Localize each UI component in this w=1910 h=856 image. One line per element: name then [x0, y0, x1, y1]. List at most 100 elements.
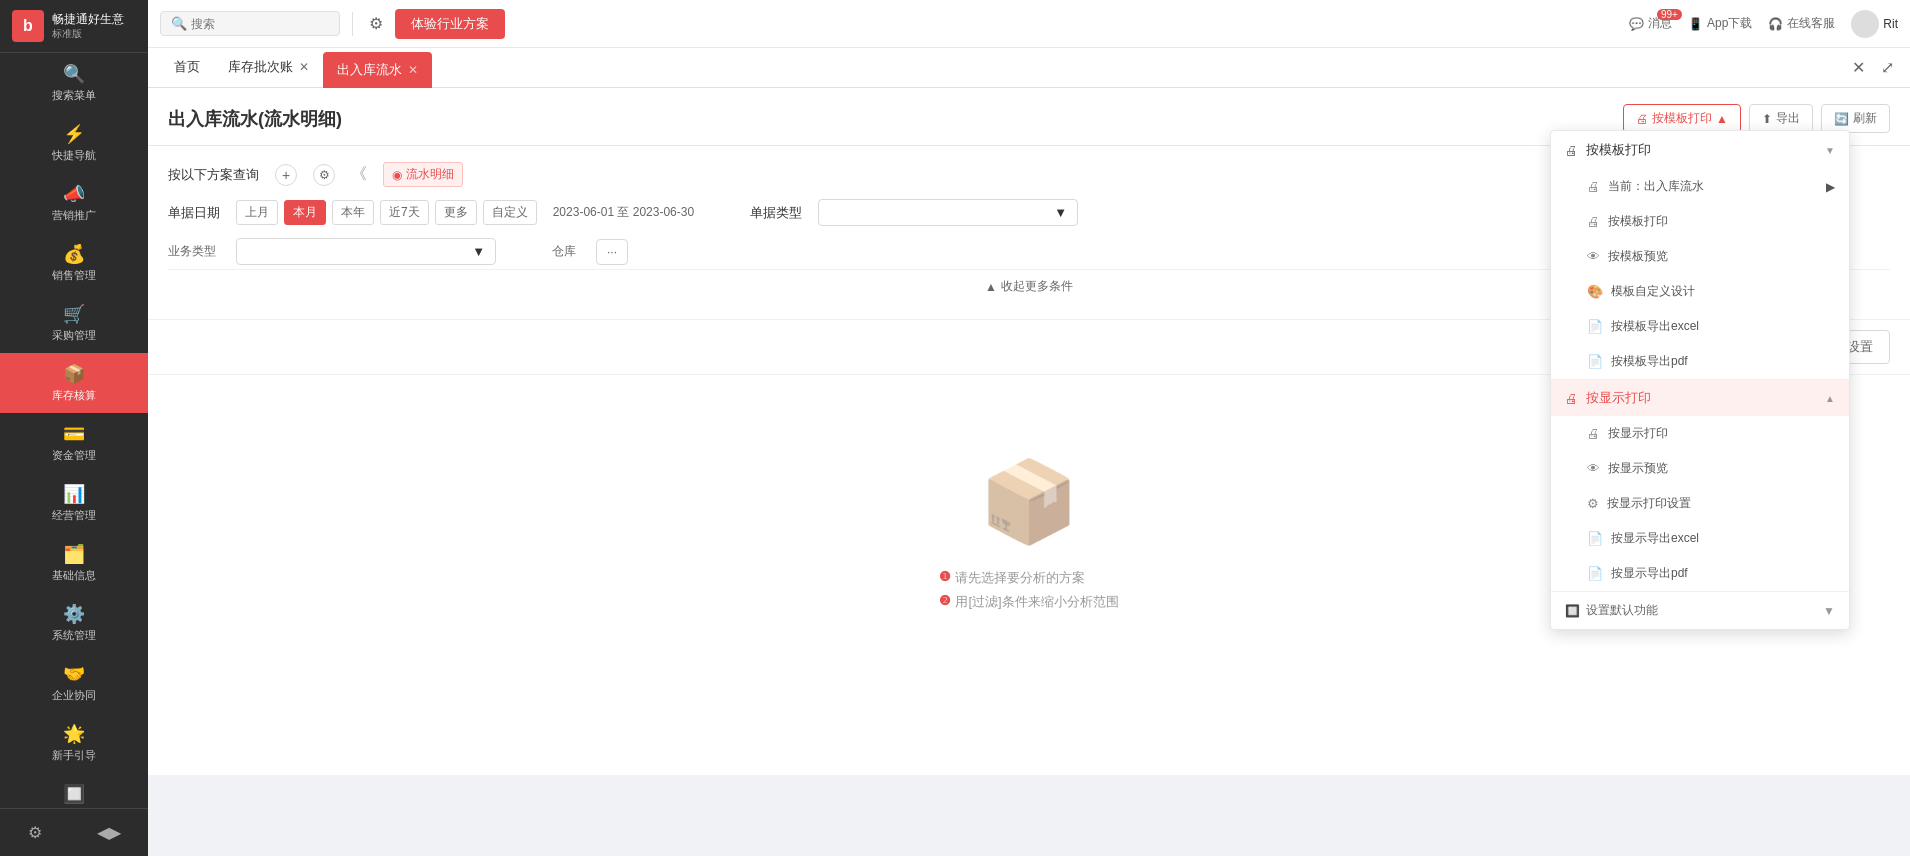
template-print-button[interactable]: 🖨 按模板打印 ▲ [1623, 104, 1741, 133]
tab-inventory-batch-close-icon[interactable]: ✕ [299, 60, 309, 74]
display-print-settings-item[interactable]: ⚙ 按显示打印设置 [1551, 486, 1849, 521]
date-custom-btn[interactable]: 自定义 [483, 200, 537, 225]
chevron-up-icon: ▲ [1716, 112, 1728, 126]
user-avatar-btn[interactable]: Rit [1851, 10, 1898, 38]
display-export-excel-item[interactable]: 📄 按显示导出excel [1551, 521, 1849, 556]
sales-icon: 💰 [63, 243, 85, 265]
guide-label: 新手引导 [52, 748, 96, 763]
sidebar-item-guide[interactable]: 🌟 新手引导 [0, 713, 148, 773]
collapse-sidebar-icon[interactable]: ◀▶ [93, 819, 125, 846]
template-export-pdf-label: 按模板导出pdf [1611, 353, 1688, 370]
export-button[interactable]: ⬆ 导出 [1749, 104, 1813, 133]
messages-btn[interactable]: 💬 消息 99+ [1629, 15, 1672, 32]
refresh-icon: 🔄 [1834, 112, 1849, 126]
sidebar-item-purchase[interactable]: 🛒 采购管理 [0, 293, 148, 353]
tab-inventory-batch[interactable]: 库存批次账 ✕ [214, 48, 323, 88]
template-export-excel-label: 按模板导出excel [1611, 318, 1699, 335]
display-print-items: 🖨 按显示打印 👁 按显示预览 ⚙ 按显示打印设置 📄 按显示导出excel 📄… [1551, 416, 1849, 591]
search-icon: 🔍 [171, 16, 187, 31]
inventory-icon: 📦 [63, 363, 85, 385]
sidebar-item-search[interactable]: 🔍 搜索菜单 [0, 53, 148, 113]
empty-hint-1: ❶ 请先选择要分析的方案 [939, 569, 1118, 587]
template-print-item-icon: 🖨 [1587, 214, 1600, 229]
message-icon: 💬 [1629, 17, 1644, 31]
topbar-search[interactable]: 🔍 [160, 11, 340, 36]
tab-inventory-flow[interactable]: 出入库流水 ✕ [323, 52, 432, 88]
app-download-btn[interactable]: 📱 App下载 [1688, 15, 1752, 32]
marketing-icon: 📣 [63, 183, 85, 205]
empty-icon: 📦 [979, 455, 1079, 549]
display-export-pdf-item[interactable]: 📄 按显示导出pdf [1551, 556, 1849, 591]
sidebar-item-system[interactable]: ⚙️ 系统管理 [0, 593, 148, 653]
warehouse-more-btn[interactable]: ··· [596, 239, 628, 265]
display-print-header-label: 按显示打印 [1586, 389, 1651, 407]
current-template-icon: 🖨 [1587, 179, 1600, 194]
date-last-month-btn[interactable]: 上月 [236, 200, 278, 225]
close-tab-icon[interactable]: ✕ [1848, 54, 1869, 81]
set-default-row[interactable]: 🔲 设置默认功能 ▼ [1551, 592, 1849, 629]
display-print-settings-icon: ⚙ [1587, 496, 1599, 511]
collapse-up-icon: ▲ [985, 280, 997, 294]
date-this-month-btn[interactable]: 本月 [284, 200, 326, 225]
app-download-icon: 📱 [1688, 17, 1703, 31]
tab-home[interactable]: 首页 [160, 48, 214, 88]
tab-inventory-flow-close-icon[interactable]: ✕ [408, 63, 418, 77]
gear-icon[interactable]: ⚙ [365, 10, 387, 37]
sidebar-item-basic[interactable]: 🗂️ 基础信息 [0, 533, 148, 593]
tab-inventory-flow-label: 出入库流水 [337, 61, 402, 79]
sidebar-item-sales[interactable]: 💰 销售管理 [0, 233, 148, 293]
date-this-year-btn[interactable]: 本年 [332, 200, 374, 225]
template-print-item[interactable]: 🖨 按模板打印 [1551, 204, 1849, 239]
template-preview-icon: 👁 [1587, 249, 1600, 264]
template-export-excel-item[interactable]: 📄 按模板导出excel [1551, 309, 1849, 344]
sidebar-item-finance[interactable]: 💳 资金管理 [0, 413, 148, 473]
search-icon: 🔍 [63, 63, 85, 85]
display-print-header[interactable]: 🖨 按显示打印 [1551, 380, 1849, 416]
warehouse-more-text: ··· [607, 245, 617, 259]
date-7days-btn[interactable]: 近7天 [380, 200, 429, 225]
sidebar-item-operations[interactable]: 📊 经营管理 [0, 473, 148, 533]
sidebar-item-coop[interactable]: 🤝 企业协同 [0, 653, 148, 713]
sidebar-item-inventory[interactable]: 📦 库存核算 [0, 353, 148, 413]
messages-badge: 99+ [1657, 9, 1682, 20]
doc-type-select[interactable]: ▼ [818, 199, 1078, 226]
doc-type-label: 单据类型 [750, 204, 802, 222]
collapse-more-label: 收起更多条件 [1001, 278, 1073, 295]
template-custom-item[interactable]: 🎨 模板自定义设计 [1551, 274, 1849, 309]
sidebar-item-apps[interactable]: 🔲 应用中心 [0, 773, 148, 808]
filter-tag-label: 流水明细 [406, 166, 454, 183]
refresh-button[interactable]: 🔄 刷新 [1821, 104, 1890, 133]
sidebar-item-shortcut[interactable]: ⚡ 快捷导航 [0, 113, 148, 173]
tab-home-label: 首页 [174, 58, 200, 76]
biz-type-select[interactable]: ▼ [236, 238, 496, 265]
basic-icon: 🗂️ [63, 543, 85, 565]
search-input[interactable] [191, 17, 311, 31]
template-print-header[interactable]: 🖨 按模板打印 [1551, 131, 1849, 169]
filter-settings-button[interactable]: ⚙ [313, 164, 335, 186]
template-preview-item[interactable]: 👁 按模板预览 [1551, 239, 1849, 274]
topbar-divider [352, 12, 353, 36]
date-range-text: 2023-06-01 至 2023-06-30 [553, 204, 694, 221]
trial-industry-button[interactable]: 体验行业方案 [395, 9, 505, 39]
date-more-btn[interactable]: 更多 [435, 200, 477, 225]
date-label: 单据日期 [168, 204, 220, 222]
display-print-chevron [1825, 393, 1835, 404]
filter-collapse-button[interactable]: 《 [351, 164, 367, 185]
filter-add-button[interactable]: + [275, 164, 297, 186]
expand-icon[interactable]: ⤢ [1877, 54, 1898, 81]
current-template-item[interactable]: 🖨 当前：出入库流水 ▶ [1551, 169, 1849, 204]
dropdown-panel: 🖨 按模板打印 🖨 当前：出入库流水 ▶ 🖨 按模板打印 👁 按模板预览 [1550, 130, 1850, 630]
template-export-pdf-item[interactable]: 📄 按模板导出pdf [1551, 344, 1849, 379]
finance-icon: 💳 [63, 423, 85, 445]
sidebar-item-marketing[interactable]: 📣 营销推广 [0, 173, 148, 233]
logo-sub: 标准版 [52, 27, 124, 41]
display-preview-item[interactable]: 👁 按显示预览 [1551, 451, 1849, 486]
template-pdf-icon: 📄 [1587, 354, 1603, 369]
display-print-item[interactable]: 🖨 按显示打印 [1551, 416, 1849, 451]
inventory-label: 库存核算 [52, 388, 96, 403]
settings-bottom-icon[interactable]: ⚙ [24, 819, 46, 846]
sidebar: b 畅捷通好生意 标准版 🔍 搜索菜单 ⚡ 快捷导航 📣 营销推广 💰 销售管理… [0, 0, 148, 856]
avatar [1851, 10, 1879, 38]
online-service-btn[interactable]: 🎧 在线客服 [1768, 15, 1835, 32]
template-print-items: 🖨 当前：出入库流水 ▶ 🖨 按模板打印 👁 按模板预览 🎨 模板自定义设计 📄… [1551, 169, 1849, 379]
